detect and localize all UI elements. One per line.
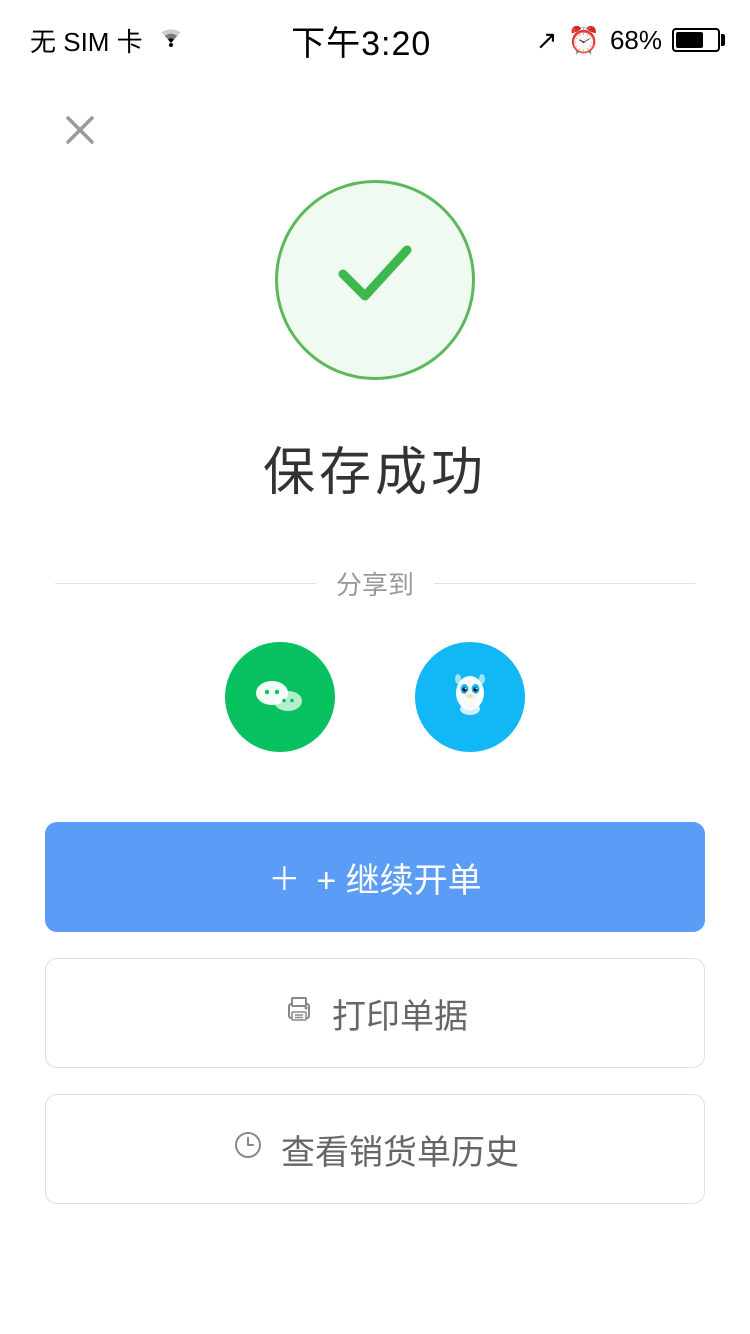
print-receipt-label: 打印单据 <box>332 989 468 1038</box>
divider-line-right <box>434 583 695 584</box>
checkmark-icon <box>325 222 425 338</box>
location-icon: ↗ <box>536 25 558 56</box>
continue-order-button[interactable]: ＋ + 继续开单 <box>45 822 705 932</box>
alarm-icon: ⏰ <box>568 25 600 56</box>
view-history-button[interactable]: 查看销货单历史 <box>45 1094 705 1204</box>
print-receipt-button[interactable]: 打印单据 <box>45 958 705 1068</box>
status-left: 无 SIM 卡 <box>30 22 187 59</box>
continue-order-label: + 继续开单 <box>316 853 481 902</box>
status-right: ↗ ⏰ 68% <box>536 25 720 56</box>
main-content: 保存成功 分享到 <box>0 80 750 1204</box>
printer-icon <box>282 992 316 1034</box>
status-bar: 无 SIM 卡 下午3:20 ↗ ⏰ 68% <box>0 0 750 80</box>
no-sim-text: 无 SIM 卡 <box>30 22 143 59</box>
history-icon <box>231 1128 265 1170</box>
share-label: 分享到 <box>336 565 414 602</box>
battery-icon <box>672 28 720 52</box>
battery-percent: 68% <box>610 25 662 56</box>
success-title: 保存成功 <box>263 430 487 505</box>
close-button[interactable] <box>50 100 110 160</box>
status-time: 下午3:20 <box>291 16 431 65</box>
battery-fill <box>676 32 703 48</box>
wechat-share-button[interactable] <box>225 642 335 752</box>
plus-icon: ＋ <box>268 854 300 900</box>
share-icons <box>225 642 525 752</box>
qq-share-button[interactable] <box>415 642 525 752</box>
divider-line-left <box>55 583 316 584</box>
action-buttons: ＋ + 继续开单 打印单据 <box>45 822 705 1204</box>
success-circle <box>275 180 475 380</box>
share-divider: 分享到 <box>55 565 695 602</box>
wifi-icon <box>155 24 187 56</box>
view-history-label: 查看销货单历史 <box>281 1125 519 1174</box>
